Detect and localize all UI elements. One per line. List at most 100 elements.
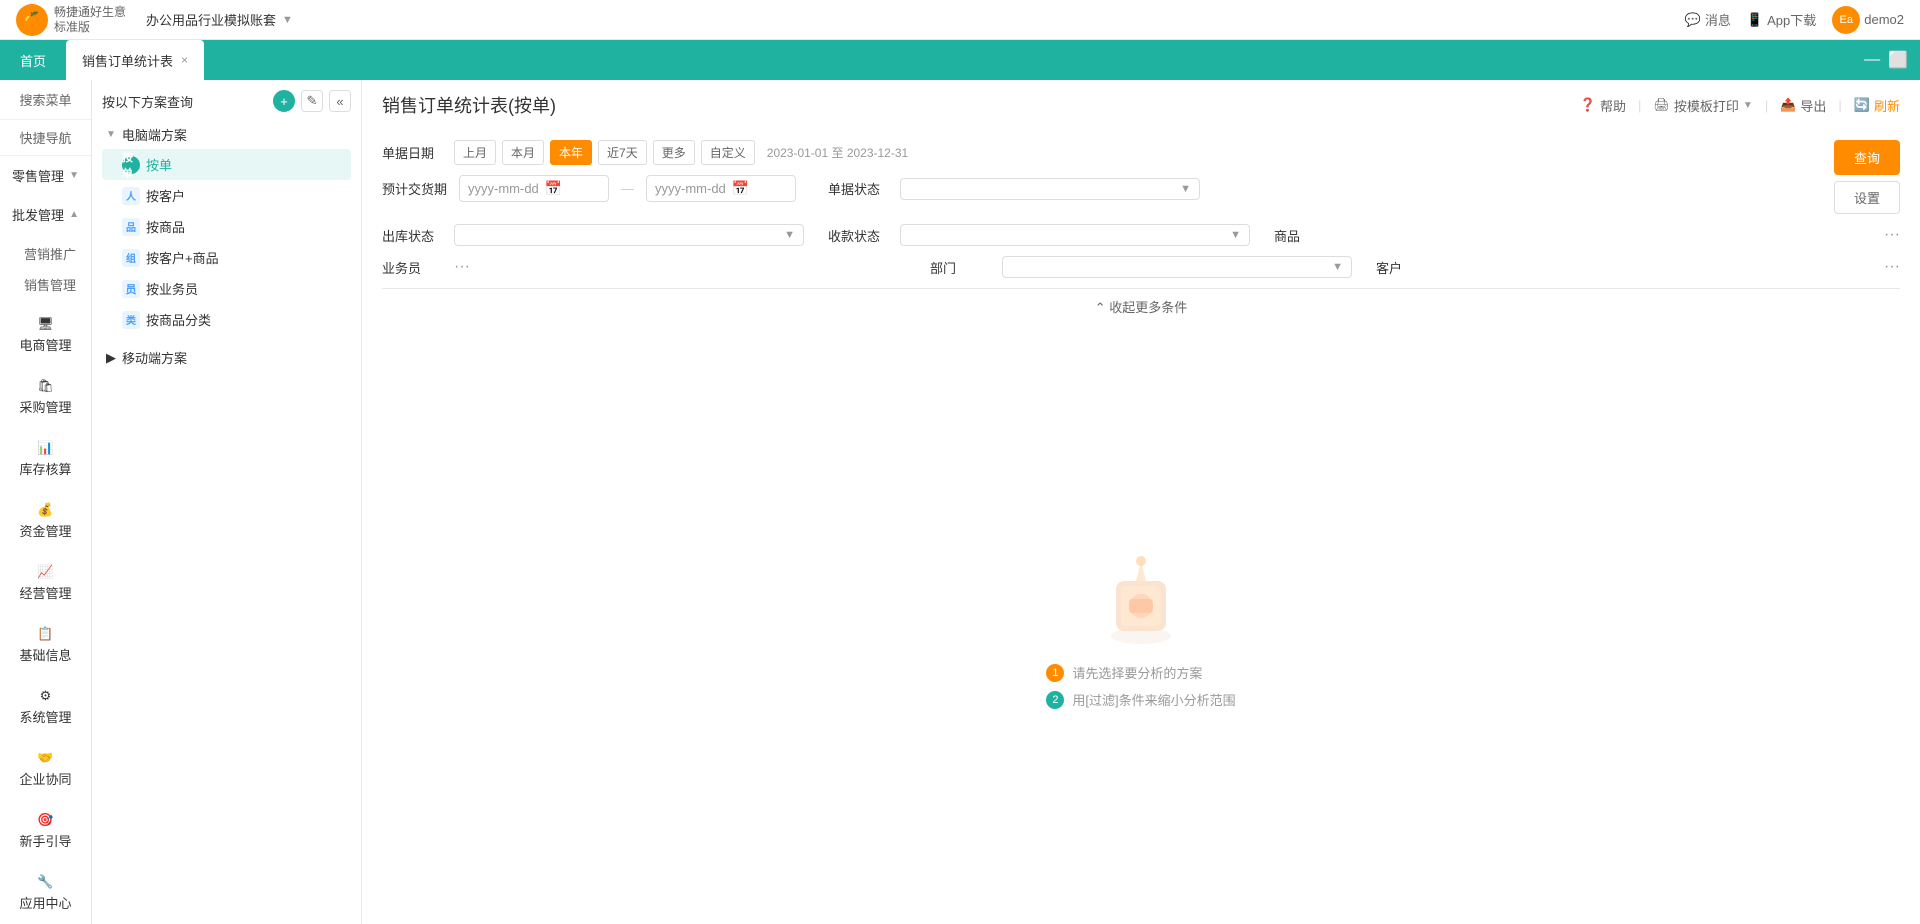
help-action[interactable]: ❓ 帮助 [1580, 96, 1626, 115]
print-dropdown-icon: ▼ [1743, 100, 1753, 111]
scheme-item-by-category[interactable]: 类 按商品分类 [102, 304, 351, 335]
scheme-icon-by-goods: 品 [122, 218, 140, 236]
sidebar-item-system[interactable]: ⚙ 系统管理 [0, 676, 91, 738]
scheme-icon-by-order: 按单 [122, 156, 140, 174]
date-btn-this-month[interactable]: 本月 [502, 140, 544, 165]
page-title-row: 销售订单统计表(按单) ❓ 帮助 | 🖨 按模板打印 ▼ | [382, 92, 1900, 118]
enterprise-icon: 🤝 [37, 750, 53, 766]
sidebar-sub-marketing[interactable]: 营销推广 [12, 238, 91, 269]
sidebar-item-newbie[interactable]: 🎯 新手引导 [0, 800, 91, 862]
sidebar: 搜索菜单 快捷导航 零售管理 ▼ 批发管理 ▲ 营销推广 销售管理 🖥 电商管理… [0, 80, 92, 924]
sidebar-item-enterprise[interactable]: 🤝 企业协同 [0, 738, 91, 800]
date-btn-7days[interactable]: 近7天 [598, 140, 647, 165]
logo: 🍊 畅捷通好生意 标准版 [16, 4, 126, 36]
basic-icon: 📋 [37, 626, 53, 642]
scheme-icon-by-customer-goods: 组 [122, 249, 140, 267]
expected-date-start-input[interactable]: yyyy-mm-dd 📅 [459, 175, 609, 202]
scheme-item-by-customer[interactable]: 人 按客户 [102, 180, 351, 211]
dept-label: 部门 [930, 258, 990, 277]
message-icon: 💬 [1685, 12, 1701, 28]
app-download-action[interactable]: 📱 App下载 [1747, 10, 1816, 29]
title-dropdown[interactable]: ▼ [282, 14, 293, 26]
top-actions: 💬 消息 📱 App下载 Ea demo2 [1685, 6, 1904, 34]
pc-scheme-title[interactable]: ▼ 电脑端方案 [102, 120, 351, 149]
pc-scheme-arrow: ▼ [106, 129, 116, 140]
scheme-item-by-order[interactable]: 按单 按单 [102, 149, 351, 180]
tab-sales-order[interactable]: 销售订单统计表 × [66, 40, 204, 80]
left-panel-actions: + ✎ « [273, 90, 351, 112]
refresh-action[interactable]: 🔄 刷新 [1854, 96, 1900, 115]
sidebar-item-ecommerce[interactable]: 🖥 电商管理 [0, 304, 91, 366]
expected-date-end-input[interactable]: yyyy-mm-dd 📅 [646, 175, 796, 202]
sidebar-sub-sales[interactable]: 销售管理 [12, 269, 91, 300]
sidebar-item-wholesale[interactable]: 批发管理 ▲ [0, 195, 91, 234]
message-action[interactable]: 💬 消息 [1685, 10, 1731, 29]
app-title: 办公用品行业模拟账套 ▼ [146, 10, 1673, 29]
date-button-group: 上月 本月 本年 近7天 更多 自定义 [454, 140, 755, 165]
scheme-icon-by-staff: 员 [122, 280, 140, 298]
sidebar-item-purchase[interactable]: 🛍 采购管理 [0, 366, 91, 428]
sidebar-item-basic[interactable]: 📋 基础信息 [0, 614, 91, 676]
out-status-chevron-icon: ▼ [784, 229, 795, 241]
cal-end-icon: 📅 [732, 180, 749, 197]
help-icon: ❓ [1580, 97, 1596, 113]
pc-scheme-section: ▼ 电脑端方案 按单 按单 人 按客户 品 按商品 组 按客户+商品 [102, 120, 351, 335]
goods-more-btn[interactable]: ··· [1884, 226, 1900, 244]
export-icon: 📤 [1780, 97, 1796, 113]
date-btn-this-year[interactable]: 本年 [550, 140, 592, 165]
sidebar-item-finance[interactable]: 💰 资金管理 [0, 490, 91, 552]
sidebar-item-apps[interactable]: 🔧 应用中心 [0, 862, 91, 924]
user-action[interactable]: Ea demo2 [1832, 6, 1904, 34]
sidebar-item-operations[interactable]: 📈 经营管理 [0, 552, 91, 614]
date-range-text: 2023-01-01 至 2023-12-31 [767, 144, 908, 161]
avatar: Ea [1832, 6, 1860, 34]
logo-text: 畅捷通好生意 标准版 [54, 5, 126, 34]
edit-scheme-btn[interactable]: ✎ [301, 90, 323, 112]
tab-close-icon[interactable]: × [181, 53, 188, 67]
collapse-filter-bar[interactable]: ⌃ 收起更多条件 [382, 288, 1900, 324]
tip-number-1: 1 [1046, 664, 1064, 682]
collapse-chevron-icon: ⌃ [1095, 300, 1110, 315]
mobile-scheme-title[interactable]: ▶ 移动端方案 [102, 343, 351, 372]
scheme-item-by-goods[interactable]: 品 按商品 [102, 211, 351, 242]
empty-illustration [1091, 551, 1191, 651]
staff-more-btn[interactable]: ··· [454, 258, 470, 276]
collapse-panel-btn[interactable]: « [329, 90, 351, 112]
purchase-icon: 🛍 [37, 378, 54, 394]
window-maximize-icon[interactable]: ⬜ [1888, 50, 1908, 70]
date-btn-more[interactable]: 更多 [653, 140, 695, 165]
scheme-item-by-customer-goods[interactable]: 组 按客户+商品 [102, 242, 351, 273]
print-action[interactable]: 🖨 按模板打印 ▼ [1653, 96, 1752, 115]
out-status-select[interactable]: ▼ [454, 224, 804, 246]
setting-button[interactable]: 设置 [1834, 181, 1900, 214]
print-icon: 🖨 [1653, 97, 1670, 113]
status-select[interactable]: ▼ [900, 178, 1200, 200]
date-btn-custom[interactable]: 自定义 [701, 140, 755, 165]
empty-tip-2: 2 用[过滤]条件来缩小分析范围 [1046, 690, 1235, 709]
sidebar-search[interactable]: 搜索菜单 [0, 80, 91, 120]
left-panel: 按以下方案查询 + ✎ « ▼ 电脑端方案 按单 按单 人 [92, 80, 362, 924]
retail-expand-icon: ▼ [69, 170, 79, 181]
export-action[interactable]: 📤 导出 [1780, 96, 1826, 115]
tab-home[interactable]: 首页 [0, 40, 66, 80]
filter-row-1: 单据日期 上月 本月 本年 近7天 更多 自定义 2023-01-01 至 20… [382, 140, 1818, 212]
dept-select[interactable]: ▼ [1002, 256, 1352, 278]
query-button[interactable]: 查询 [1834, 140, 1900, 175]
sidebar-quick-nav[interactable]: 快捷导航 [0, 120, 91, 156]
add-scheme-btn[interactable]: + [273, 90, 295, 112]
sidebar-item-retail[interactable]: 零售管理 ▼ [0, 156, 91, 195]
content-area: 按以下方案查询 + ✎ « ▼ 电脑端方案 按单 按单 人 [92, 80, 1920, 924]
receipt-status-select[interactable]: ▼ [900, 224, 1250, 246]
right-panel: 销售订单统计表(按单) ❓ 帮助 | 🖨 按模板打印 ▼ | [362, 80, 1920, 924]
date-btn-last-month[interactable]: 上月 [454, 140, 496, 165]
customer-more-btn[interactable]: ··· [1884, 258, 1900, 276]
wholesale-submenu: 营销推广 销售管理 [0, 234, 91, 304]
main-action-buttons: 查询 设置 [1834, 140, 1900, 214]
page-title: 销售订单统计表(按单) [382, 92, 556, 118]
customer-label: 客户 [1376, 258, 1436, 277]
scheme-item-by-staff[interactable]: 员 按业务员 [102, 273, 351, 304]
window-minimize-icon[interactable]: — [1864, 51, 1880, 69]
sidebar-item-inventory[interactable]: 📊 库存核算 [0, 428, 91, 490]
date-filter-row: 单据日期 上月 本月 本年 近7天 更多 自定义 2023-01-01 至 20… [382, 140, 1818, 165]
tip-number-2: 2 [1046, 691, 1064, 709]
